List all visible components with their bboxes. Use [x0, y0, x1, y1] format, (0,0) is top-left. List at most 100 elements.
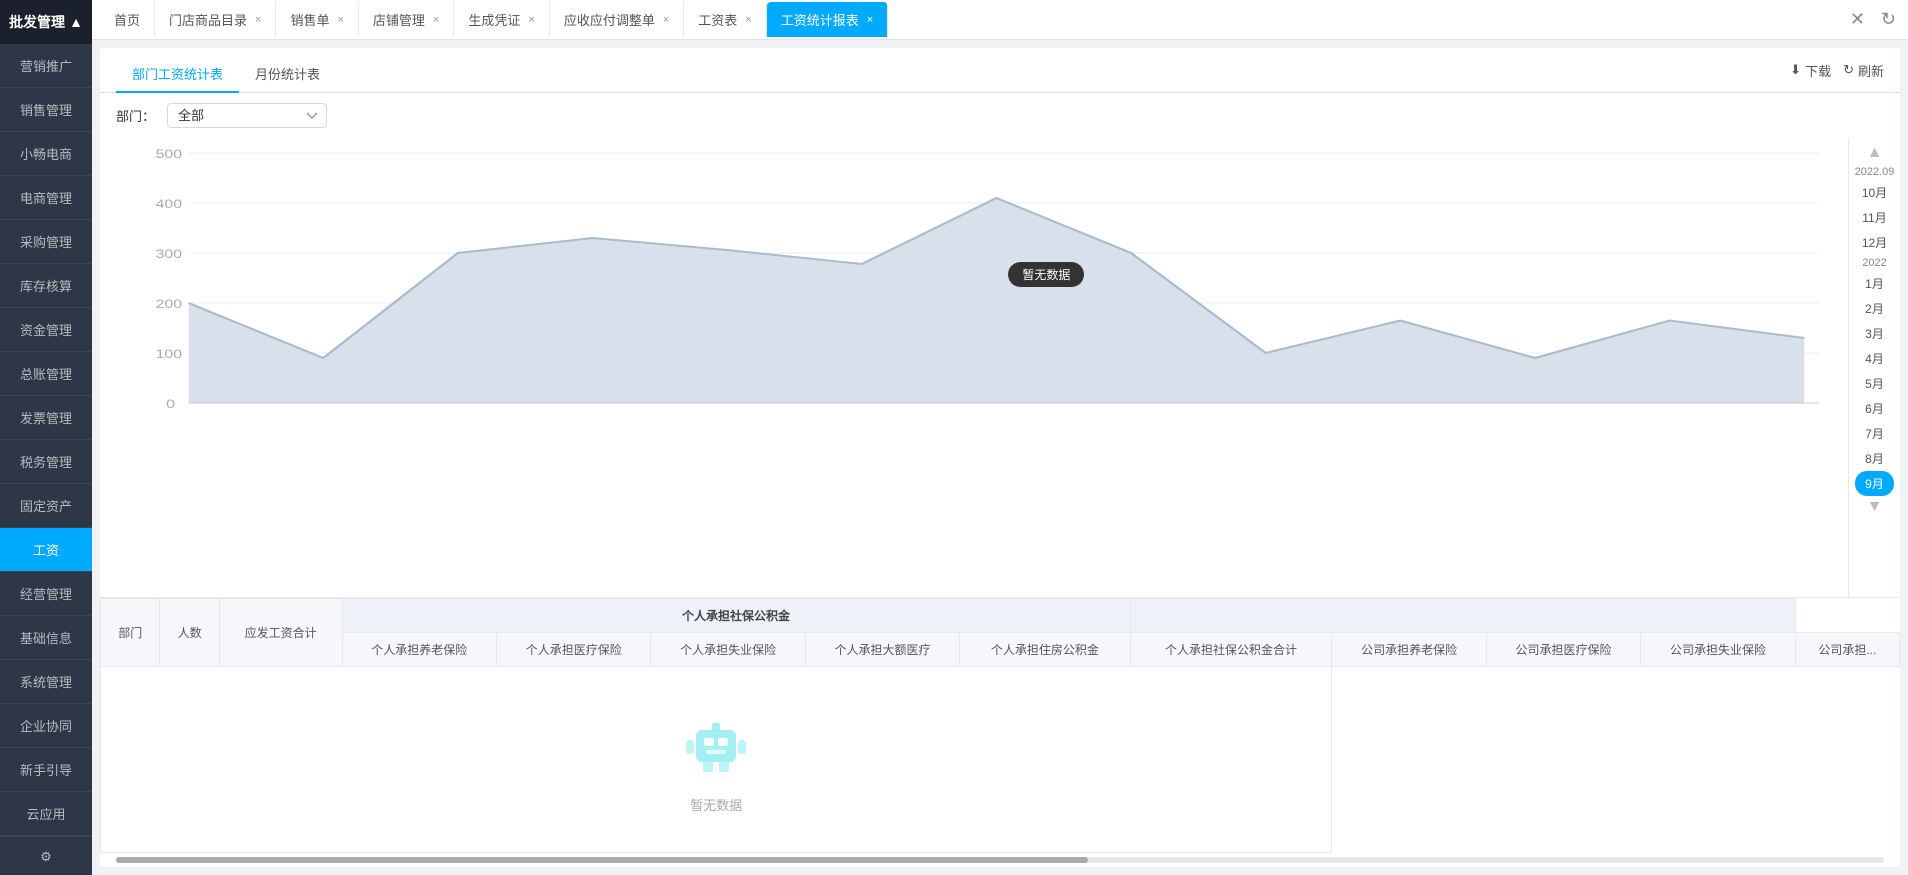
- download-label: 下载: [1805, 61, 1831, 80]
- scrollbar-thumb[interactable]: [116, 857, 1088, 863]
- department-select[interactable]: 全部销售部财务部技术部: [167, 103, 327, 128]
- timeline-month-3月[interactable]: 3月: [1851, 321, 1899, 346]
- no-data-text: 暂无数据: [690, 795, 742, 814]
- no-data-area: 暂无数据: [111, 675, 1321, 844]
- sidebar-item-基础信息[interactable]: 基础信息: [0, 616, 92, 660]
- timeline-month-12月[interactable]: 12月: [1851, 230, 1899, 255]
- timeline-month-9月[interactable]: 9月: [1855, 471, 1895, 496]
- department-filter-label: 部门：: [116, 106, 155, 125]
- tab-工资表[interactable]: 工资表×: [684, 2, 766, 37]
- timeline-down-button[interactable]: ▼: [1849, 496, 1900, 518]
- table-section: 部门 人数 应发工资合计 个人承担社保公积金 个人承担养老保险个人承担医疗保险个…: [100, 597, 1900, 853]
- sidebar-title: 批发管理: [9, 12, 65, 32]
- sidebar-item-工资[interactable]: 工资: [0, 528, 92, 572]
- svg-text:500: 500: [156, 148, 183, 161]
- sidebar-item-小畅电商[interactable]: 小畅电商: [0, 132, 92, 176]
- col-公司承担医疗保险: 公司承担医疗保险: [1486, 633, 1640, 667]
- svg-text:400: 400: [156, 197, 183, 211]
- timeline-up-button[interactable]: ▲: [1849, 142, 1900, 164]
- sidebar-item-库存核算[interactable]: 库存核算: [0, 264, 92, 308]
- timeline-month-2月[interactable]: 2月: [1851, 296, 1899, 321]
- sidebar-settings-button[interactable]: ⚙: [0, 836, 92, 875]
- sidebar-item-发票管理[interactable]: 发票管理: [0, 396, 92, 440]
- sidebar-item-新手引导[interactable]: 新手引导: [0, 748, 92, 792]
- timeline-month-6月[interactable]: 6月: [1851, 396, 1899, 421]
- sidebar-item-销售管理[interactable]: 销售管理: [0, 88, 92, 132]
- sub-tab-actions: ⬇ 下载 ↻ 刷新: [1790, 61, 1884, 88]
- timeline-month-11月[interactable]: 11月: [1851, 205, 1899, 230]
- refresh-window-button[interactable]: ↻: [1877, 7, 1900, 32]
- chart-svg-wrapper: 500 400 300 200 100 0: [116, 148, 1832, 448]
- sub-tab-部门工资统计表[interactable]: 部门工资统计表: [116, 56, 239, 93]
- refresh-icon: ↻: [1843, 62, 1854, 78]
- svg-text:0: 0: [166, 397, 175, 411]
- svg-text:100: 100: [156, 347, 183, 361]
- tab-close-门店商品目录[interactable]: ×: [255, 14, 261, 26]
- timeline-month-10月[interactable]: 10月: [1851, 180, 1899, 205]
- tab-店铺管理[interactable]: 店铺管理×: [359, 2, 454, 37]
- close-window-button[interactable]: ✕: [1846, 7, 1869, 32]
- timeline-month-4月[interactable]: 4月: [1851, 346, 1899, 371]
- timeline-month-1月[interactable]: 1月: [1851, 271, 1899, 296]
- tab-销售单[interactable]: 销售单×: [276, 2, 358, 37]
- area-chart-svg: 500 400 300 200 100 0: [116, 148, 1832, 448]
- tab-close-销售单[interactable]: ×: [337, 14, 343, 26]
- sidebar-item-采购管理[interactable]: 采购管理: [0, 220, 92, 264]
- chart-area: 500 400 300 200 100 0: [100, 138, 1848, 597]
- tab-应收应付调整单[interactable]: 应收应付调整单×: [550, 2, 684, 37]
- tab-close-应收应付调整单[interactable]: ×: [663, 14, 669, 26]
- tab-bar: 首页门店商品目录×销售单×店铺管理×生成凭证×应收应付调整单×工资表×工资统计报…: [92, 0, 1908, 40]
- refresh-button[interactable]: ↻ 刷新: [1843, 61, 1884, 80]
- sidebar-item-固定资产[interactable]: 固定资产: [0, 484, 92, 528]
- sidebar-expand-icon: ▲: [69, 14, 83, 30]
- col-公司承担失业保险: 公司承担失业保险: [1641, 633, 1795, 667]
- col-个人承担大额医疗: 个人承担大额医疗: [805, 633, 959, 667]
- tab-close-生成凭证[interactable]: ×: [528, 14, 534, 26]
- download-button[interactable]: ⬇ 下载: [1790, 61, 1831, 80]
- settings-icon: ⚙: [40, 849, 52, 864]
- table-row: 暂无数据: [101, 667, 1900, 853]
- col-个人承担医疗保险: 个人承担医疗保险: [496, 633, 650, 667]
- svg-text:200: 200: [156, 297, 183, 311]
- col-个人承担住房公积金: 个人承担住房公积金: [960, 633, 1130, 667]
- tab-门店商品目录[interactable]: 门店商品目录×: [155, 2, 276, 37]
- tab-close-店铺管理[interactable]: ×: [433, 14, 439, 26]
- sidebar-item-资金管理[interactable]: 资金管理: [0, 308, 92, 352]
- tab-bar-end: ✕ ↻: [1846, 7, 1900, 32]
- col-group-personal-insurance: 个人承担社保公积金: [342, 599, 1130, 633]
- sidebar-item-总账管理[interactable]: 总账管理: [0, 352, 92, 396]
- sub-tab-月份统计表[interactable]: 月份统计表: [239, 56, 336, 93]
- timeline-year-2022: 2022: [1851, 255, 1899, 271]
- sidebar-item-系统管理[interactable]: 系统管理: [0, 660, 92, 704]
- sidebar-item-云应用[interactable]: 云应用: [0, 792, 92, 836]
- col-department: 部门: [101, 599, 160, 667]
- sidebar-item-经营管理[interactable]: 经营管理: [0, 572, 92, 616]
- timeline-year-2022.09: 2022.09: [1851, 164, 1899, 180]
- col-公司承担...: 公司承担...: [1795, 633, 1899, 667]
- timeline-sidebar: ▲ 2022.0910月11月12月20221月2月3月4月5月6月7月8月9月…: [1848, 138, 1900, 597]
- sidebar-item-税务管理[interactable]: 税务管理: [0, 440, 92, 484]
- tab-close-工资统计报表[interactable]: ×: [867, 14, 873, 26]
- col-group-company: [1130, 599, 1795, 633]
- tab-首页[interactable]: 首页: [100, 2, 155, 37]
- download-icon: ⬇: [1790, 62, 1801, 78]
- sidebar-item-电商管理[interactable]: 电商管理: [0, 176, 92, 220]
- sidebar-header[interactable]: 批发管理 ▲: [0, 0, 92, 44]
- tab-工资统计报表[interactable]: 工资统计报表×: [767, 2, 888, 37]
- filter-row: 部门： 全部销售部财务部技术部: [100, 93, 1900, 138]
- scrollbar-track[interactable]: [116, 857, 1884, 863]
- sidebar-item-营销推广[interactable]: 营销推广: [0, 44, 92, 88]
- timeline-month-5月[interactable]: 5月: [1851, 371, 1899, 396]
- scrollbar-area: [100, 853, 1900, 867]
- timeline-month-7月[interactable]: 7月: [1851, 421, 1899, 446]
- refresh-label: 刷新: [1858, 61, 1884, 80]
- tab-close-工资表[interactable]: ×: [745, 14, 751, 26]
- tab-生成凭证[interactable]: 生成凭证×: [454, 2, 549, 37]
- no-data-cell: 暂无数据: [101, 667, 1332, 853]
- sub-tabs: 部门工资统计表月份统计表 ⬇ 下载 ↻ 刷新: [100, 48, 1900, 93]
- timeline-month-8月[interactable]: 8月: [1851, 446, 1899, 471]
- data-table: 部门 人数 应发工资合计 个人承担社保公积金 个人承担养老保险个人承担医疗保险个…: [100, 598, 1900, 853]
- sidebar-item-企业协同[interactable]: 企业协同: [0, 704, 92, 748]
- col-个人承担失业保险: 个人承担失业保险: [651, 633, 805, 667]
- sidebar: 批发管理 ▲ 营销推广销售管理小畅电商电商管理采购管理库存核算资金管理总账管理发…: [0, 0, 92, 875]
